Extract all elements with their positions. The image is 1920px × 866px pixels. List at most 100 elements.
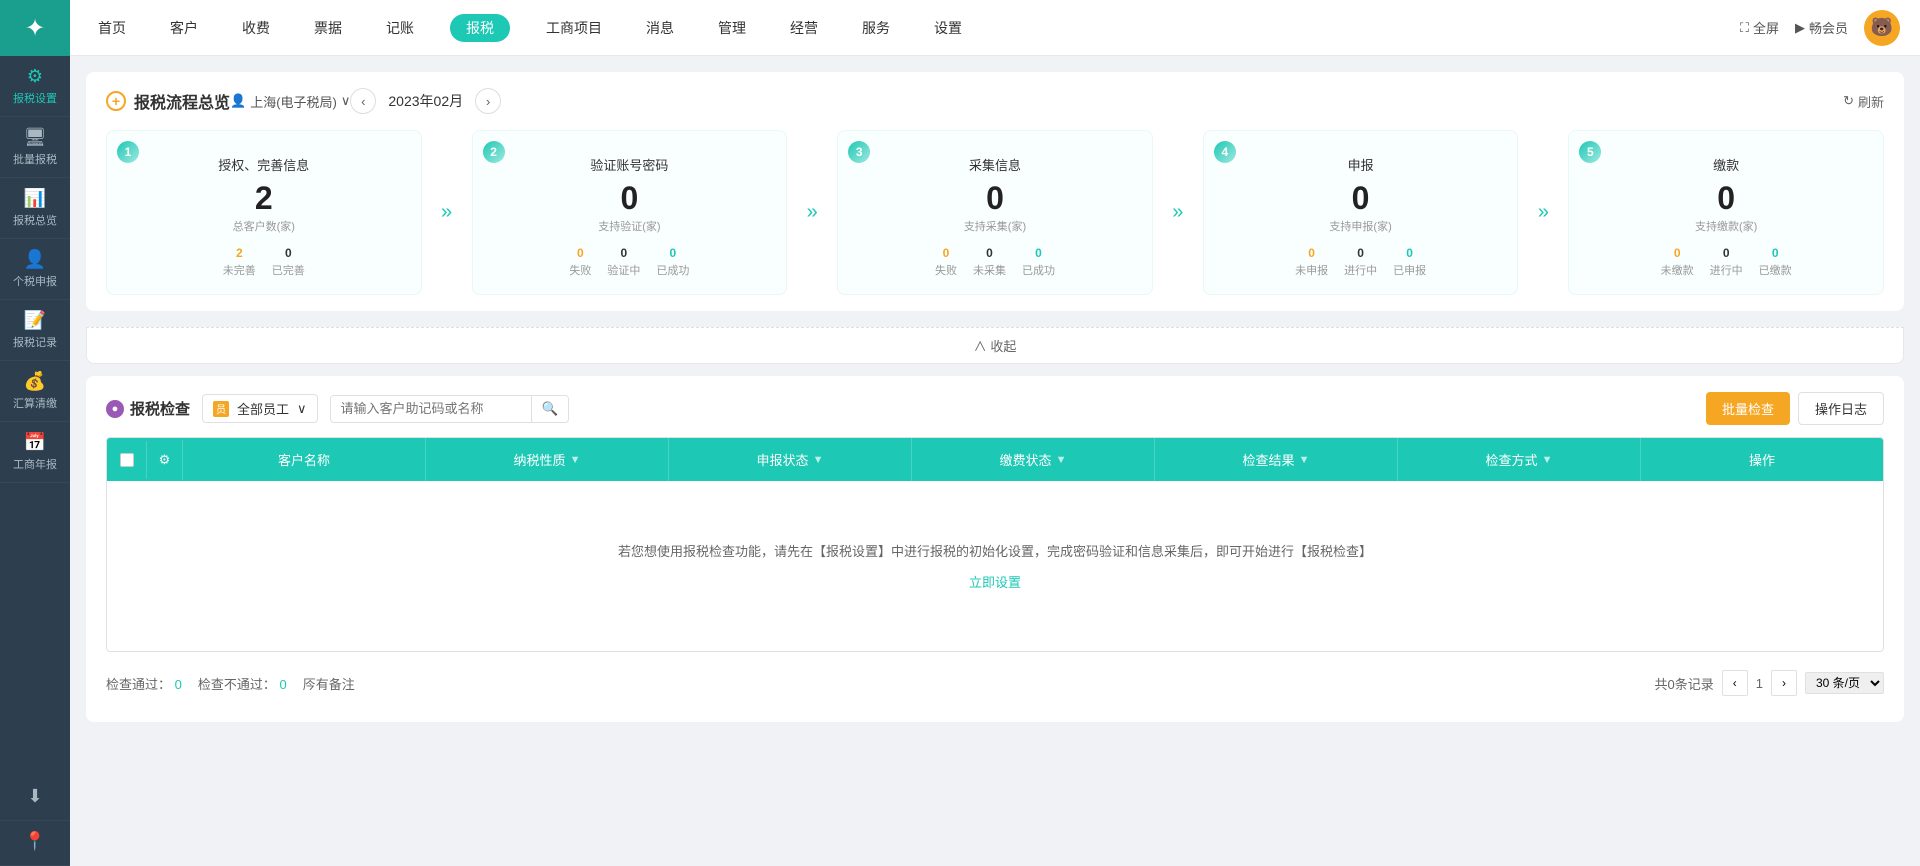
batch-check-button[interactable]: 批量检查 [1706,392,1790,425]
topnav-item-clients[interactable]: 客户 [162,14,206,42]
step-4: 4 申报 0 支持申报(家) 0 未申报 0 进行中 [1203,130,1519,295]
member-btn[interactable]: ▶ 畅会员 [1795,18,1848,37]
topnav-item-messages[interactable]: 消息 [638,14,682,42]
topnav-item-accounting[interactable]: 记账 [378,14,422,42]
th-declare-status-text: 申报状态 [757,450,809,469]
search-input[interactable] [331,396,531,421]
sidebar-item-download[interactable]: ⬇ [0,776,70,821]
summary-header: + 报税流程总览 👤 上海(电子税局) ∨ ‹ 2023年02月 › ↻ 刷新 [106,88,1884,114]
page-next-btn[interactable]: › [1771,670,1797,696]
step-4-stat-1-value: 0 [1357,246,1364,260]
operation-log-button[interactable]: 操作日志 [1798,392,1884,425]
summary-title-text: 报税流程总览 [134,89,230,113]
arrow-icon-3: » [1172,201,1183,224]
step-3-stats: 0 失败 0 未采集 0 已成功 [850,246,1140,278]
th-tax-nature: 纳税性质 ▼ [426,438,669,481]
tax-record-icon: 📝 [24,310,46,331]
month-next-btn[interactable]: › [475,88,501,114]
location-tag[interactable]: 👤 上海(电子税局) ∨ [230,92,350,111]
topnav-item-home[interactable]: 首页 [90,14,134,42]
setup-link[interactable]: 立即设置 [127,572,1863,591]
th-pay-status: 缴费状态 ▼ [912,438,1155,481]
th-tax-nature-filter[interactable]: ▼ [570,454,581,466]
logo-icon: ✦ [25,14,45,43]
step-2-stat-0-label: 失败 [569,262,591,278]
arrow-icon-4: » [1538,201,1549,224]
gear-icon: ⚙ [159,452,171,468]
step-2-stat-1-value: 0 [621,246,628,260]
fullscreen-btn[interactable]: ⛶ 全屏 [1740,18,1779,37]
fullscreen-icon: ⛶ [1740,20,1749,36]
step-2-num: 2 [483,141,505,163]
step-4-stat-1: 0 进行中 [1344,246,1377,278]
sidebar-item-annual-report[interactable]: 📅 工商年报 [0,422,70,483]
app-logo[interactable]: ✦ [0,0,70,56]
arrow-icon-2: » [807,201,818,224]
sidebar-bottom: ⬇ 📍 [0,776,70,866]
refresh-btn[interactable]: ↻ 刷新 [1843,92,1884,111]
sidebar-item-tax-overview[interactable]: 📊 报税总览 [0,178,70,239]
step-4-stat-2-value: 0 [1406,246,1413,260]
location-icon: 👤 [230,93,246,109]
table-header: ⚙ 客户名称 纳税性质 ▼ 申报状态 ▼ 缴费状态 ▼ [107,438,1883,481]
sidebar-item-tax-record[interactable]: 📝 报税记录 [0,300,70,361]
employee-filter[interactable]: 员 全部员工 ∨ [202,394,318,423]
sidebar-item-batch-tax[interactable]: 🖥 批量报税 [0,117,70,178]
check-fail-label: 检查不通过： 0 [198,674,287,693]
annual-report-icon: 📅 [24,432,46,453]
step-5-stat-1-value: 0 [1723,246,1730,260]
topnav-item-invoices[interactable]: 票据 [306,14,350,42]
search-button[interactable]: 🔍 [531,396,569,422]
topnav-item-settings[interactable]: 设置 [926,14,970,42]
th-check-result-filter[interactable]: ▼ [1299,454,1310,466]
step-5-desc: 支持缴款(家) [1581,218,1871,234]
step-2-stat-2-label: 已成功 [656,262,689,278]
arrow-4: » [1518,130,1568,295]
topnav-item-operations[interactable]: 经营 [782,14,826,42]
steps-row: 1 授权、完善信息 2 总客户数(家) 2 未完善 0 已完善 [106,130,1884,295]
page-first-btn[interactable]: ‹ [1722,670,1748,696]
check-fail-text: 检查不通过： [198,677,276,692]
refresh-label: 刷新 [1858,92,1884,111]
month-prev-btn[interactable]: ‹ [350,88,376,114]
sidebar-item-location[interactable]: 📍 [0,821,70,866]
collapse-bar[interactable]: ∧ 收起 [86,327,1904,364]
step-1-num: 1 [117,141,139,163]
step-5-stat-2: 0 已缴款 [1759,246,1792,278]
step-1-desc: 总客户数(家) [119,218,409,234]
summary-title: + 报税流程总览 [106,89,230,113]
arrow-1: » [422,130,472,295]
topnav-item-fees[interactable]: 收费 [234,14,278,42]
sidebar-item-tax-settings[interactable]: ⚙ 报税设置 [0,56,70,117]
th-checkbox[interactable] [107,441,147,479]
th-check-method-filter[interactable]: ▼ [1542,454,1553,466]
topnav-item-business[interactable]: 工商项目 [538,14,610,42]
step-4-name: 申报 [1216,155,1506,174]
month-display: 2023年02月 [388,91,463,111]
th-pay-filter[interactable]: ▼ [1056,454,1067,466]
step-2-stat-0-value: 0 [577,246,584,260]
step-3-stat-1-label: 未采集 [973,262,1006,278]
th-check-result: 检查结果 ▼ [1155,438,1398,481]
topnav: 首页 客户 收费 票据 记账 报税 工商项目 消息 管理 经营 服务 设置 ⛶ … [70,0,1920,56]
arrow-3: » [1153,130,1203,295]
step-2-desc: 支持验证(家) [485,218,775,234]
step-2-stat-1: 0 验证中 [607,246,640,278]
location-chevron: ∨ [341,93,351,109]
header-checkbox[interactable] [120,453,134,467]
page-size-select[interactable]: 30 条/页 [1805,672,1884,694]
avatar[interactable]: 🐻 [1864,10,1900,46]
sidebar-item-settlement[interactable]: 💰 汇算清缴 [0,361,70,422]
topnav-item-management[interactable]: 管理 [710,14,754,42]
th-gear[interactable]: ⚙ [147,440,183,480]
check-pass-count[interactable]: 0 [175,677,182,692]
check-fail-count[interactable]: 0 [280,677,287,692]
th-client-name: 客户名称 [183,438,426,481]
th-declare-filter[interactable]: ▼ [813,454,824,466]
th-tax-nature-text: 纳税性质 [514,450,566,469]
topnav-item-tax[interactable]: 报税 [450,14,510,42]
topnav-item-services[interactable]: 服务 [854,14,898,42]
step-5-stat-0-value: 0 [1674,246,1681,260]
th-check-method: 检查方式 ▼ [1398,438,1641,481]
sidebar-item-personal-tax[interactable]: 👤 个税申报 [0,239,70,300]
